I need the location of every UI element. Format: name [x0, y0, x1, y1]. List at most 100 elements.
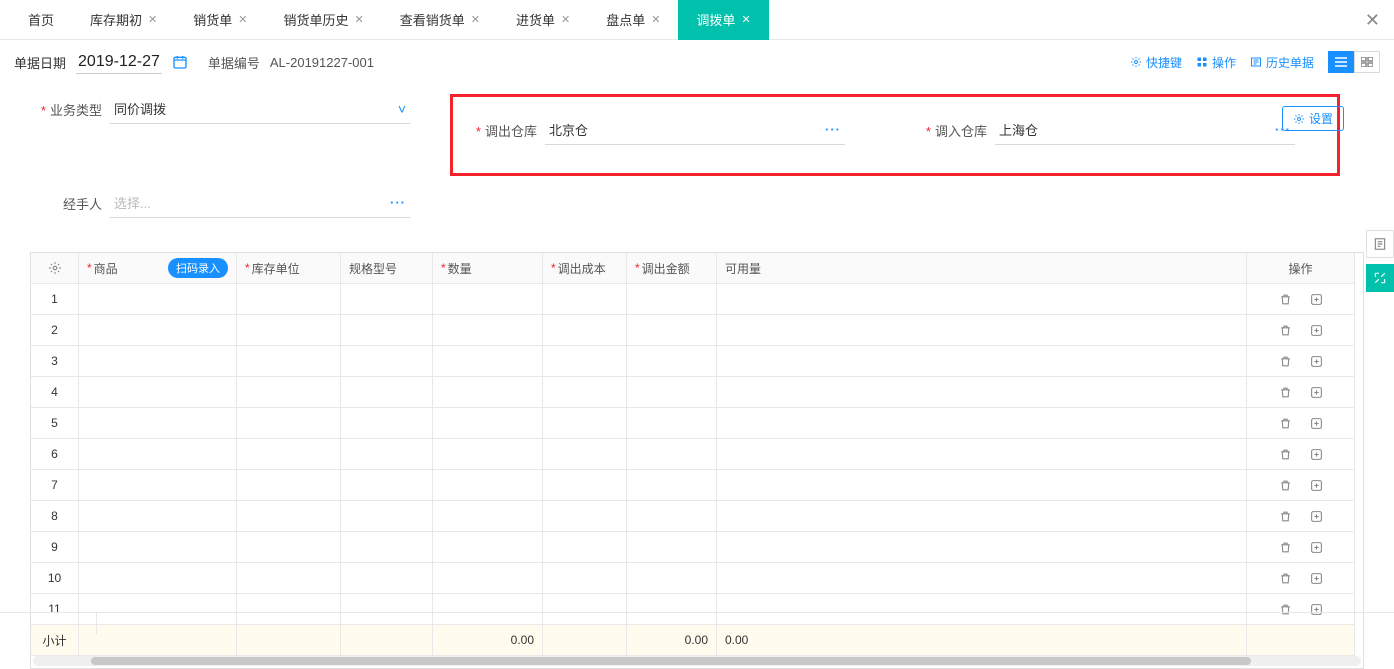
amount-cell[interactable]	[627, 501, 717, 532]
qty-cell[interactable]	[433, 315, 543, 346]
qty-cell[interactable]	[433, 346, 543, 377]
qty-cell[interactable]	[433, 284, 543, 315]
tab-stocktake[interactable]: 盘点单✕	[588, 0, 678, 40]
delete-icon[interactable]	[1279, 355, 1292, 368]
spec-cell[interactable]	[341, 563, 433, 594]
add-icon[interactable]	[1310, 448, 1323, 461]
add-icon[interactable]	[1310, 510, 1323, 523]
add-icon[interactable]	[1310, 293, 1323, 306]
delete-icon[interactable]	[1279, 448, 1292, 461]
amount-cell[interactable]	[627, 408, 717, 439]
panel-close-icon[interactable]: ✕	[1365, 10, 1380, 31]
product-cell[interactable]	[79, 346, 237, 377]
spec-cell[interactable]	[341, 284, 433, 315]
delete-icon[interactable]	[1279, 386, 1292, 399]
tab-purchase[interactable]: 进货单✕	[498, 0, 588, 40]
product-cell[interactable]	[79, 315, 237, 346]
add-icon[interactable]	[1310, 479, 1323, 492]
close-icon[interactable]: ✕	[471, 13, 480, 26]
delete-icon[interactable]	[1279, 479, 1292, 492]
close-icon[interactable]: ✕	[561, 13, 570, 26]
qty-cell[interactable]	[433, 532, 543, 563]
delete-icon[interactable]	[1279, 510, 1292, 523]
qty-cell[interactable]	[433, 377, 543, 408]
close-icon[interactable]: ✕	[148, 13, 157, 26]
qty-cell[interactable]	[433, 470, 543, 501]
tab-home[interactable]: 首页	[10, 0, 72, 40]
calendar-icon[interactable]	[172, 54, 188, 70]
amount-cell[interactable]	[627, 284, 717, 315]
spec-cell[interactable]	[341, 470, 433, 501]
unit-cell[interactable]	[237, 346, 341, 377]
delete-icon[interactable]	[1279, 324, 1292, 337]
cost-cell[interactable]	[543, 501, 627, 532]
spec-cell[interactable]	[341, 315, 433, 346]
unit-cell[interactable]	[237, 501, 341, 532]
horizontal-scrollbar[interactable]	[33, 656, 1361, 666]
gear-column-header[interactable]	[31, 253, 79, 284]
add-icon[interactable]	[1310, 572, 1323, 585]
add-icon[interactable]	[1310, 355, 1323, 368]
close-icon[interactable]: ✕	[741, 13, 750, 26]
product-cell[interactable]	[79, 532, 237, 563]
more-icon[interactable]: ···	[390, 195, 406, 210]
add-icon[interactable]	[1310, 417, 1323, 430]
add-icon[interactable]	[1310, 324, 1323, 337]
spec-cell[interactable]	[341, 377, 433, 408]
notes-icon[interactable]	[1366, 230, 1394, 258]
qty-cell[interactable]	[433, 501, 543, 532]
amount-cell[interactable]	[627, 470, 717, 501]
close-icon[interactable]: ✕	[651, 13, 660, 26]
delete-icon[interactable]	[1279, 417, 1292, 430]
cost-cell[interactable]	[543, 346, 627, 377]
qty-cell[interactable]	[433, 563, 543, 594]
grid-view-button[interactable]	[1354, 51, 1380, 73]
spec-cell[interactable]	[341, 439, 433, 470]
tab-transfer[interactable]: 调拨单✕	[678, 0, 768, 40]
cost-cell[interactable]	[543, 439, 627, 470]
more-icon[interactable]: ···	[825, 122, 841, 137]
history-link[interactable]: 历史单据	[1250, 54, 1314, 71]
shortcut-link[interactable]: 快捷键	[1130, 54, 1182, 71]
product-cell[interactable]	[79, 563, 237, 594]
out-wh-select[interactable]: 北京仓 ···	[545, 115, 845, 145]
unit-cell[interactable]	[237, 532, 341, 563]
amount-cell[interactable]	[627, 315, 717, 346]
unit-cell[interactable]	[237, 315, 341, 346]
amount-cell[interactable]	[627, 346, 717, 377]
cost-cell[interactable]	[543, 470, 627, 501]
cost-cell[interactable]	[543, 563, 627, 594]
operate-link[interactable]: 操作	[1196, 54, 1236, 71]
add-icon[interactable]	[1310, 541, 1323, 554]
tab-sales-order[interactable]: 销货单✕	[175, 0, 265, 40]
amount-cell[interactable]	[627, 532, 717, 563]
spec-cell[interactable]	[341, 532, 433, 563]
product-cell[interactable]	[79, 501, 237, 532]
cost-cell[interactable]	[543, 377, 627, 408]
qty-cell[interactable]	[433, 439, 543, 470]
date-field[interactable]: 2019-12-27	[76, 51, 162, 74]
spec-cell[interactable]	[341, 346, 433, 377]
cost-cell[interactable]	[543, 315, 627, 346]
add-icon[interactable]	[1310, 386, 1323, 399]
unit-cell[interactable]	[237, 408, 341, 439]
unit-cell[interactable]	[237, 563, 341, 594]
product-cell[interactable]	[79, 284, 237, 315]
amount-cell[interactable]	[627, 439, 717, 470]
product-cell[interactable]	[79, 408, 237, 439]
scan-badge[interactable]: 扫码录入	[168, 258, 228, 278]
unit-cell[interactable]	[237, 284, 341, 315]
delete-icon[interactable]	[1279, 293, 1292, 306]
tab-stock-init[interactable]: 库存期初✕	[72, 0, 175, 40]
amount-cell[interactable]	[627, 563, 717, 594]
cost-cell[interactable]	[543, 408, 627, 439]
delete-icon[interactable]	[1279, 541, 1292, 554]
delete-icon[interactable]	[1279, 572, 1292, 585]
expand-icon[interactable]	[1366, 264, 1394, 292]
list-view-button[interactable]	[1328, 51, 1354, 73]
qty-cell[interactable]	[433, 408, 543, 439]
handler-select[interactable]: 选择... ···	[110, 188, 410, 218]
unit-cell[interactable]	[237, 377, 341, 408]
amount-cell[interactable]	[627, 377, 717, 408]
close-icon[interactable]: ✕	[238, 13, 247, 26]
